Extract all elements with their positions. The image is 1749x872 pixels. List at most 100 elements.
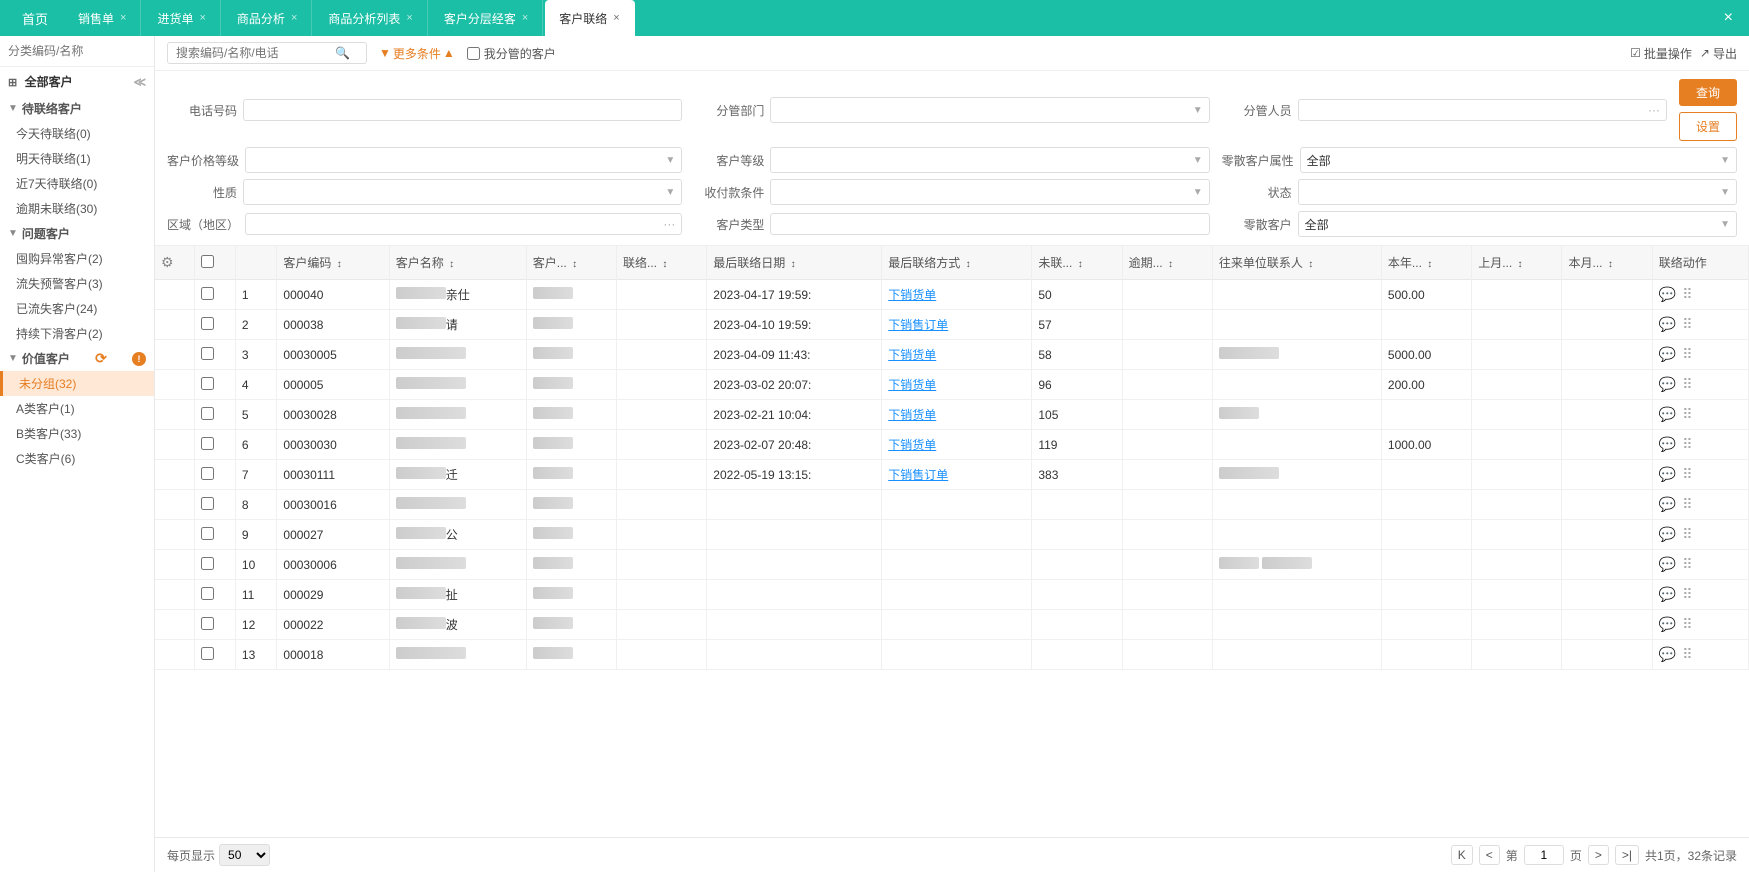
checkbox-column-header[interactable] [194, 246, 235, 280]
row-checkbox[interactable] [201, 617, 214, 630]
customer-level-select[interactable]: ▼ [770, 147, 1209, 173]
more-action-icon[interactable]: ⠿ [1682, 586, 1692, 603]
sidebar-item-overdue[interactable]: 逾期未联络(30) [0, 196, 154, 221]
row-checkbox[interactable] [201, 587, 214, 600]
more-action-icon[interactable]: ⠿ [1682, 316, 1692, 333]
sidebar-item-churn-warning[interactable]: 流失预警客户(3) [0, 271, 154, 296]
sidebar-item-class-a[interactable]: A类客户(1) [0, 396, 154, 421]
sidebar-item-class-c[interactable]: C类客户(6) [0, 446, 154, 471]
dept-select[interactable]: ▼ [770, 97, 1209, 123]
sidebar-item-ungrouped[interactable]: 未分组(32) [0, 371, 154, 396]
uncontacted-column-header[interactable]: 未联... ↕ [1032, 246, 1122, 280]
message-action-icon[interactable]: 💬 [1659, 406, 1676, 423]
close-tab-purchase[interactable]: × [199, 12, 205, 24]
row-checkbox[interactable] [201, 347, 214, 360]
more-action-icon[interactable]: ⠿ [1682, 496, 1692, 513]
this-year-column-header[interactable]: 本年... ↕ [1381, 246, 1471, 280]
region-input[interactable]: ··· [245, 213, 682, 235]
batch-operation-btn[interactable]: ☑ 批量操作 [1630, 45, 1692, 62]
row-checkbox[interactable] [201, 647, 214, 660]
sidebar-all-customers[interactable]: ⊞ 全部客户 ≪ [0, 67, 154, 96]
message-action-icon[interactable]: 💬 [1659, 466, 1676, 483]
my-customers-filter[interactable]: 我分管的客户 [467, 45, 556, 62]
sidebar-section-problem[interactable]: ▼ 问题客户 [0, 221, 154, 246]
settings-column-header[interactable]: ⚙ [155, 246, 194, 280]
message-action-icon[interactable]: 💬 [1659, 346, 1676, 363]
sidebar-item-today-pending[interactable]: 今天待联络(0) [0, 121, 154, 146]
sidebar-item-churned[interactable]: 已流失客户(24) [0, 296, 154, 321]
manager-input[interactable]: ··· [1298, 99, 1667, 121]
sidebar-item-abnormal[interactable]: 囤购异常客户(2) [0, 246, 154, 271]
more-action-icon[interactable]: ⠿ [1682, 616, 1692, 633]
nav-tab-purchase[interactable]: 进货单 × [143, 0, 220, 36]
sidebar-item-declining[interactable]: 持续下滑客户(2) [0, 321, 154, 346]
row-checkbox[interactable] [201, 437, 214, 450]
price-level-select[interactable]: ▼ [245, 147, 682, 173]
more-action-icon[interactable]: ⠿ [1682, 286, 1692, 303]
nav-tab-product-analysis[interactable]: 商品分析 × [223, 0, 312, 36]
more-action-icon[interactable]: ⠿ [1682, 376, 1692, 393]
message-action-icon[interactable]: 💬 [1659, 376, 1676, 393]
overdue-column-header[interactable]: 逾期... ↕ [1122, 246, 1212, 280]
message-action-icon[interactable]: 💬 [1659, 646, 1676, 663]
close-tab-product-analysis[interactable]: × [291, 12, 297, 24]
sidebar-collapse-btn[interactable]: ≪ [133, 75, 146, 89]
payment-select[interactable]: ▼ [770, 179, 1209, 205]
query-button[interactable]: 查询 [1679, 79, 1737, 106]
this-month-column-header[interactable]: 本月... ↕ [1562, 246, 1652, 280]
select-all-checkbox[interactable] [201, 255, 214, 268]
message-action-icon[interactable]: 💬 [1659, 436, 1676, 453]
status-select[interactable]: ▼ [1298, 179, 1737, 205]
page-size-select[interactable]: 50 100 200 [219, 844, 270, 866]
last-contact-date-column-header[interactable]: 最后联络日期 ↕ [707, 246, 882, 280]
close-tab-sales[interactable]: × [120, 12, 126, 24]
last-month-column-header[interactable]: 上月... ↕ [1472, 246, 1562, 280]
more-action-icon[interactable]: ⠿ [1682, 556, 1692, 573]
row-checkbox[interactable] [201, 467, 214, 480]
code-column-header[interactable]: 客户编码 ↕ [277, 246, 389, 280]
export-btn[interactable]: ↗ 导出 [1700, 45, 1737, 62]
intercompany-column-header[interactable]: 往来单位联系人 ↕ [1212, 246, 1381, 280]
sidebar-item-week-pending[interactable]: 近7天待联络(0) [0, 171, 154, 196]
sidebar-item-tomorrow-pending[interactable]: 明天待联络(1) [0, 146, 154, 171]
nav-tab-home[interactable]: 首页 [8, 0, 62, 36]
last-contact-method-column-header[interactable]: 最后联络方式 ↕ [882, 246, 1032, 280]
message-action-icon[interactable]: 💬 [1659, 586, 1676, 603]
sidebar-search-input[interactable] [8, 44, 155, 58]
row-checkbox[interactable] [201, 557, 214, 570]
sidebar-item-class-b[interactable]: B类客户(33) [0, 421, 154, 446]
customer-type-input[interactable] [770, 213, 1209, 235]
contact-column-header[interactable]: 联络... ↕ [617, 246, 707, 280]
more-action-icon[interactable]: ⠿ [1682, 406, 1692, 423]
last-page-btn[interactable]: >| [1615, 845, 1639, 865]
close-tab-product-analysis-list[interactable]: × [406, 12, 412, 24]
nav-tab-customer-contact[interactable]: 客户联络 × [545, 0, 634, 36]
nature-select[interactable]: ▼ [243, 179, 682, 205]
nav-tab-sales[interactable]: 销售单 × [64, 0, 141, 36]
message-action-icon[interactable]: 💬 [1659, 496, 1676, 513]
close-tab-customer-contact[interactable]: × [613, 12, 619, 24]
retail-attr-select[interactable]: 全部 ▼ [1300, 147, 1737, 173]
more-filters-btn[interactable]: ▼ 更多条件 ▲ [379, 45, 455, 62]
table-settings-icon[interactable]: ⚙ [161, 254, 174, 270]
row-checkbox[interactable] [201, 317, 214, 330]
message-action-icon[interactable]: 💬 [1659, 616, 1676, 633]
first-page-btn[interactable]: K [1451, 845, 1473, 865]
message-action-icon[interactable]: 💬 [1659, 316, 1676, 333]
sidebar-section-value[interactable]: ▼ 价值客户 ⟳ ! [0, 346, 154, 371]
close-all-tabs[interactable]: × [1716, 9, 1741, 27]
row-checkbox[interactable] [201, 377, 214, 390]
value-refresh-icon[interactable]: ⟳ [95, 350, 107, 367]
page-number-input[interactable] [1524, 845, 1564, 865]
search-input[interactable] [176, 46, 331, 60]
prev-page-btn[interactable]: < [1479, 845, 1500, 865]
next-page-btn[interactable]: > [1588, 845, 1609, 865]
row-checkbox[interactable] [201, 497, 214, 510]
more-action-icon[interactable]: ⠿ [1682, 466, 1692, 483]
type-column-header[interactable]: 客户... ↕ [526, 246, 616, 280]
nav-tab-customer-segment[interactable]: 客户分层经客 × [430, 0, 543, 36]
row-checkbox[interactable] [201, 407, 214, 420]
nav-tab-product-analysis-list[interactable]: 商品分析列表 × [314, 0, 427, 36]
more-action-icon[interactable]: ⠿ [1682, 646, 1692, 663]
name-column-header[interactable]: 客户名称 ↕ [389, 246, 526, 280]
